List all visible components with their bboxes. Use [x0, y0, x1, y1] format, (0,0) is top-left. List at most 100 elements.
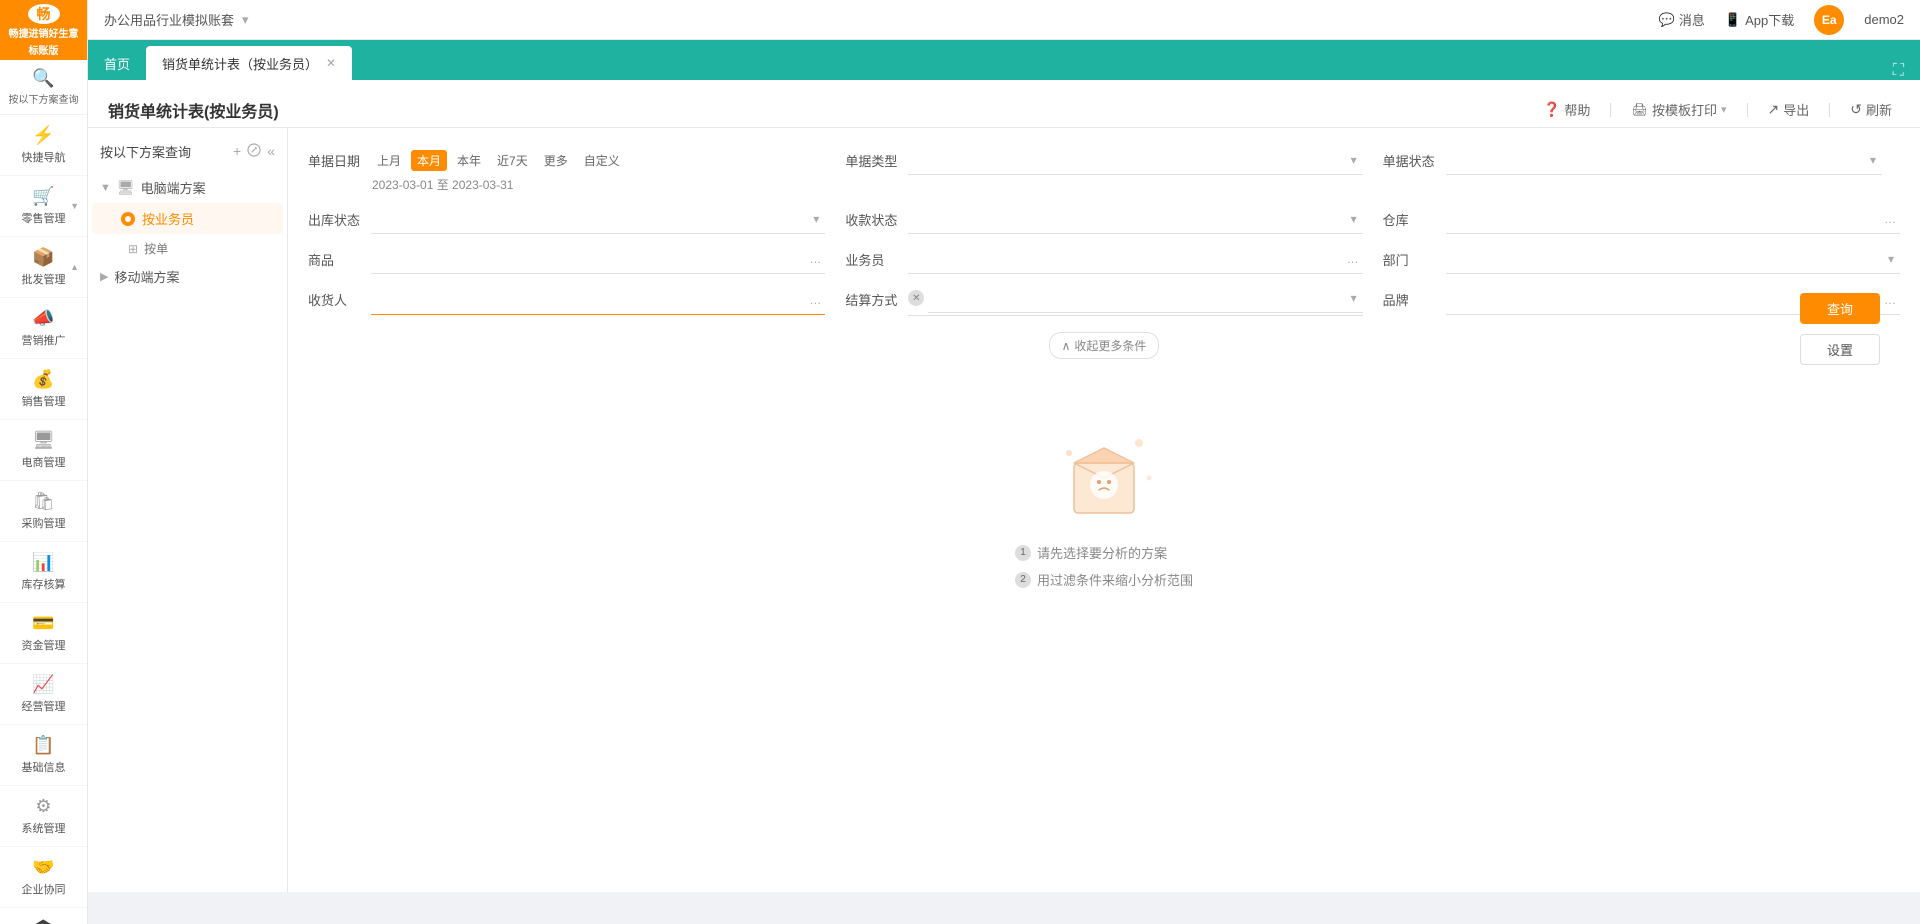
out-status-select[interactable]: [371, 204, 825, 234]
sidebar-item-newbie[interactable]: 🎓 新手引导: [0, 908, 87, 924]
hint-2: 2 用过滤条件来缩小分析范围: [1015, 570, 1193, 589]
query-button[interactable]: 查询: [1800, 293, 1880, 324]
consignee-input[interactable]: [371, 285, 825, 315]
order-type-select[interactable]: [908, 145, 1362, 175]
scheme-group-desktop[interactable]: ▼ 🖥 电脑端方案: [88, 173, 287, 202]
left-panel-actions: + «: [233, 143, 275, 160]
date-tab-this-year[interactable]: 本年: [451, 150, 487, 171]
sidebar-item-sales[interactable]: 💰 销售管理: [0, 359, 87, 420]
purchase-icon: 🛍: [32, 491, 55, 512]
sidebar-item-ops[interactable]: 📈 经营管理: [0, 664, 87, 725]
scheme-section-desktop: ▼ 🖥 电脑端方案 按业务员 ⊞ 按单: [88, 169, 287, 295]
date-tab-last-month[interactable]: 上月: [371, 150, 407, 171]
consignee-control: …: [371, 285, 825, 315]
filter-grid-3: 商品 … 业务员 …: [308, 243, 1900, 275]
hint-1-text: 请先选择要分析的方案: [1037, 543, 1167, 562]
sidebar-item-inventory[interactable]: 📊 库存核算: [0, 542, 87, 603]
sidebar-item-purchase[interactable]: 🛍 采购管理: [0, 481, 87, 542]
logo-icon: 畅: [28, 4, 60, 24]
page-title: 销货单统计表(按业务员): [108, 98, 279, 122]
app-download-btn[interactable]: 📱 App下载: [1725, 10, 1794, 29]
sidebar-item-enterprise[interactable]: 🤝 企业协同: [0, 847, 87, 908]
date-range-text: 2023-03-01 至 2023-03-31: [372, 178, 513, 192]
sidebar-item-retail[interactable]: 🛒 零售管理 ▼: [0, 176, 87, 237]
product-label: 商品: [308, 250, 363, 269]
active-scheme-icon: [120, 211, 136, 227]
sidebar-item-system[interactable]: ⚙ 系统管理: [0, 786, 87, 847]
refresh-btn[interactable]: ↺ 刷新: [1842, 96, 1900, 123]
help-btn[interactable]: ❓ 帮助: [1535, 96, 1598, 123]
wholesale-arrow: ▲: [70, 262, 79, 272]
date-tab-more[interactable]: 更多: [538, 150, 574, 171]
settlement-select-wrap: [928, 283, 1362, 313]
right-panel: 单据日期 上月 本月 本年 近7天 更多 自定义: [288, 128, 1920, 892]
collapse-panel-icon[interactable]: «: [267, 143, 275, 160]
edit-scheme-icon[interactable]: [247, 143, 261, 160]
date-tab-7days[interactable]: 近7天: [491, 150, 534, 171]
mobile-scheme-label: 移动端方案: [114, 267, 179, 286]
enterprise-icon: 🤝: [32, 857, 54, 878]
system-icon: ⚙: [35, 796, 51, 817]
filter-row-settlement: 结算方式 ✕: [845, 283, 1362, 316]
user-avatar[interactable]: Ea: [1814, 5, 1844, 35]
app-logo-sub: 标账版: [29, 42, 59, 57]
newbie-icon: 🎓: [32, 918, 54, 924]
warehouse-label: 仓库: [1383, 210, 1438, 229]
print-arrow: ▾: [1721, 103, 1727, 116]
print-label: 按模板打印: [1652, 100, 1717, 119]
by-staff-label: 按业务员: [142, 209, 194, 228]
date-tabs: 上月 本月 本年 近7天 更多 自定义: [371, 150, 626, 171]
date-tab-this-month[interactable]: 本月: [411, 150, 447, 171]
quicknav-icon: ⚡: [32, 125, 54, 146]
sidebar-item-finance[interactable]: 💳 资金管理: [0, 603, 87, 664]
export-btn[interactable]: ↗ 导出: [1760, 96, 1818, 123]
app-logo: 畅 畅捷进销好生意 标账版: [0, 0, 87, 60]
desktop-folder-icon: 🖥: [117, 179, 135, 196]
sidebar-item-marketing[interactable]: 📣 营销推广: [0, 298, 87, 359]
left-panel-header: 按以下方案查询 + «: [88, 138, 287, 169]
warehouse-input[interactable]: [1446, 204, 1900, 234]
sidebar-item-quicknav[interactable]: ⚡ 快捷导航: [0, 115, 87, 176]
print-icon: 🖨: [1631, 102, 1648, 118]
hint-1-num: 1: [1015, 545, 1031, 561]
collapse-btn[interactable]: ∧ 收起更多条件: [1049, 332, 1160, 359]
sidebar-item-wholesale[interactable]: 📦 批发管理 ▲: [0, 237, 87, 298]
staff-more-icon: …: [1347, 252, 1359, 266]
sidebar-search[interactable]: 🔍 按以下方案查询: [0, 60, 87, 115]
order-type-label: 单据类型: [845, 151, 900, 170]
left-panel: 按以下方案查询 + «: [88, 128, 288, 892]
settlement-select[interactable]: [928, 283, 1362, 313]
collapse-arrow: ∧: [1062, 339, 1071, 353]
order-status-label: 单据状态: [1383, 151, 1438, 170]
staff-input[interactable]: [908, 244, 1362, 274]
print-btn[interactable]: 🖨 按模板打印 ▾: [1623, 96, 1734, 123]
date-label: 单据日期: [308, 151, 363, 170]
warehouse-more-icon: …: [1884, 212, 1896, 226]
dept-select[interactable]: [1446, 244, 1900, 274]
staff-control: …: [908, 244, 1362, 274]
product-input[interactable]: [371, 244, 825, 274]
settlement-clear-btn[interactable]: ✕: [908, 290, 924, 306]
scheme-item-by-order[interactable]: ⊞ 按单: [88, 235, 287, 262]
scheme-item-by-staff[interactable]: 按业务员: [92, 203, 283, 234]
scheme-group-mobile[interactable]: ▶ 移动端方案: [88, 262, 287, 291]
collapse-label: 收起更多条件: [1074, 337, 1146, 354]
add-scheme-icon[interactable]: +: [233, 143, 241, 160]
settings-button[interactable]: 设置: [1800, 334, 1880, 365]
tab-close-icon[interactable]: ✕: [326, 56, 336, 70]
tab-home[interactable]: 首页: [88, 46, 146, 80]
filter-grid-2: 出库状态 收款状态: [308, 203, 1900, 235]
refresh-label: 刷新: [1866, 100, 1892, 119]
sidebar-item-basic[interactable]: 📋 基础信息: [0, 725, 87, 786]
tab-sales-stat[interactable]: 销货单统计表（按业务员） ✕: [146, 46, 352, 80]
sidebar-item-ecommerce[interactable]: 🖥 电商管理: [0, 420, 87, 481]
left-panel-title: 按以下方案查询: [100, 142, 191, 161]
date-tab-custom[interactable]: 自定义: [578, 150, 626, 171]
message-btn[interactable]: 💬 消息: [1659, 10, 1705, 29]
order-status-select[interactable]: [1446, 145, 1882, 175]
message-icon: 💬: [1659, 12, 1675, 28]
tab-expand-icon[interactable]: ⛶: [1885, 62, 1912, 80]
filter-row-product: 商品 …: [308, 243, 825, 275]
filter-row-consignee: 收货人 …: [308, 283, 825, 316]
collection-select[interactable]: [908, 204, 1362, 234]
